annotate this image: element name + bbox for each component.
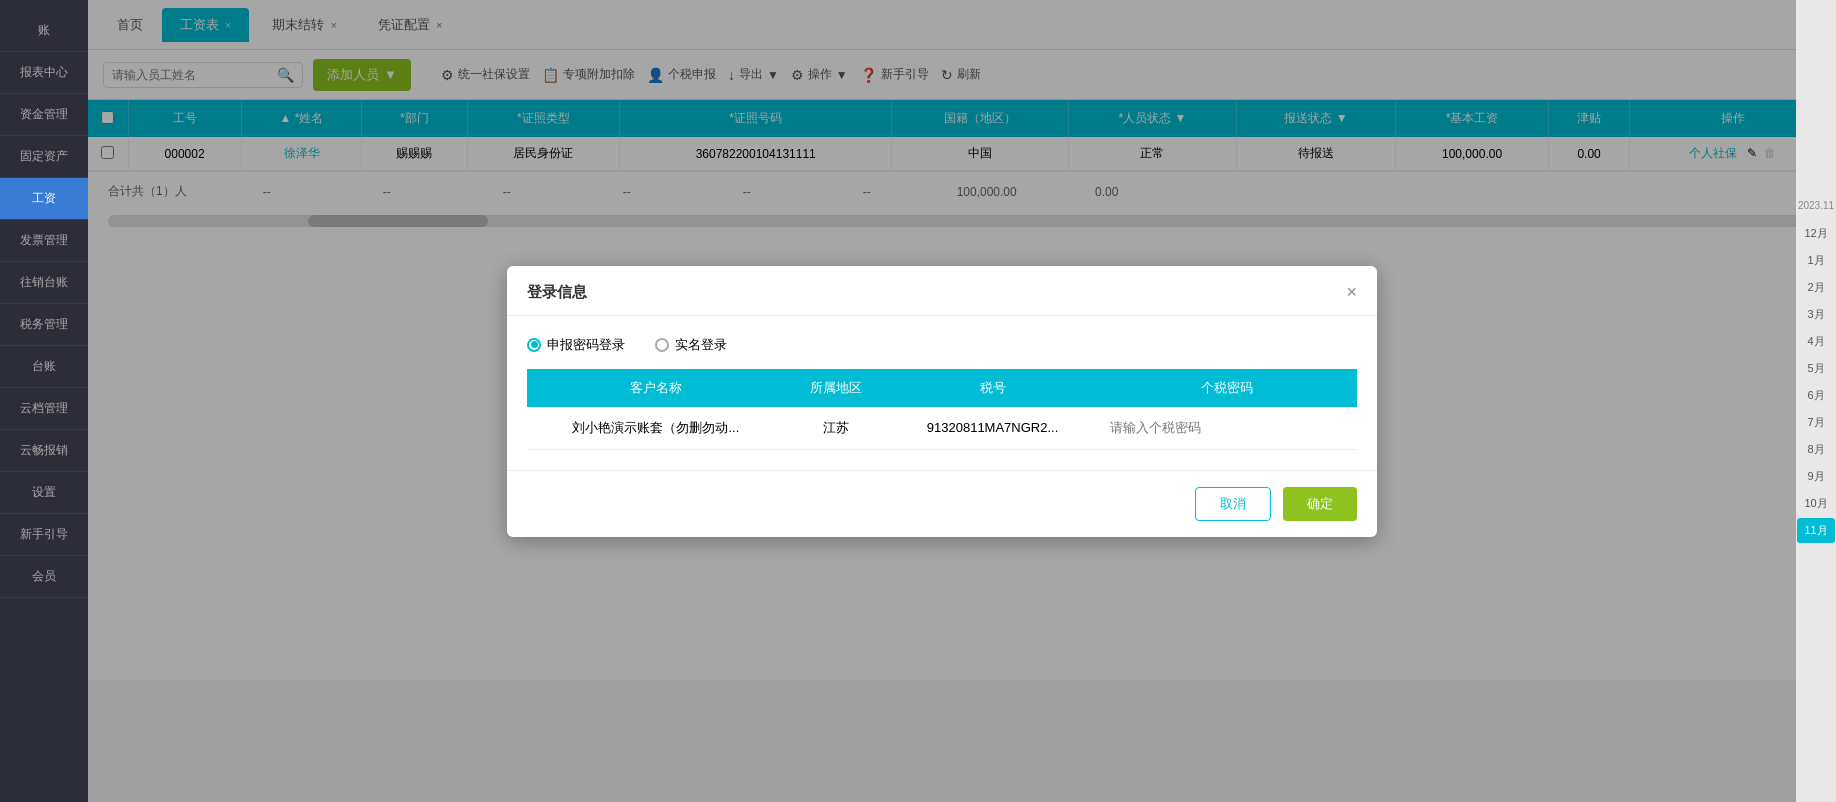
calendar-month-6[interactable]: 6月	[1797, 383, 1835, 408]
calendar-month-12[interactable]: 12月	[1797, 221, 1835, 246]
dialog-cell-tax-password[interactable]	[1098, 407, 1357, 450]
confirm-button[interactable]: 确定	[1283, 487, 1357, 521]
sidebar: 账 报表中心 资金管理 固定资产 工资 发票管理 往销台账 税务管理 台账 云档…	[0, 0, 88, 802]
radio-password-icon	[527, 338, 541, 352]
dialog-table-row: 刘小艳演示账套（勿删勿动... 江苏 91320811MA7NGR2...	[527, 407, 1357, 450]
radio-option-password[interactable]: 申报密码登录	[527, 336, 625, 354]
radio-option-realname[interactable]: 实名登录	[655, 336, 727, 354]
calendar-month-2[interactable]: 2月	[1797, 275, 1835, 300]
sidebar-item-huiyuan[interactable]: 会员	[0, 556, 88, 598]
calendar-month-4[interactable]: 4月	[1797, 329, 1835, 354]
radio-group: 申报密码登录 实名登录	[527, 336, 1357, 354]
sidebar-item-taizhang[interactable]: 台账	[0, 346, 88, 388]
dialog-col-client-name: 客户名称	[527, 369, 785, 407]
dialog-cell-region: 江苏	[785, 407, 888, 450]
dialog-client-table: 客户名称 所属地区 税号 个税密码 刘小艳演示账套（勿删勿动... 江苏 913…	[527, 369, 1357, 450]
cancel-button[interactable]: 取消	[1195, 487, 1271, 521]
dialog-title: 登录信息	[527, 283, 587, 302]
sidebar-item-yunbao[interactable]: 云畅报销	[0, 430, 88, 472]
sidebar-item-fapiao[interactable]: 发票管理	[0, 220, 88, 262]
calendar-month-8[interactable]: 8月	[1797, 437, 1835, 462]
sidebar-item-baobiao[interactable]: 报表中心	[0, 52, 88, 94]
dialog-col-tax-id: 税号	[887, 369, 1097, 407]
dialog-body: 申报密码登录 实名登录 客户名称 所属地区 税号 个税密码	[507, 316, 1377, 470]
dialog-col-region: 所属地区	[785, 369, 888, 407]
right-calendar-panel: 2023.11 12月 1月 2月 3月 4月 5月 6月 7月 8月 9月 1…	[1796, 0, 1836, 802]
calendar-month-1[interactable]: 1月	[1797, 248, 1835, 273]
sidebar-item-shezhi[interactable]: 设置	[0, 472, 88, 514]
calendar-month-3[interactable]: 3月	[1797, 302, 1835, 327]
sidebar-item-zijin[interactable]: 资金管理	[0, 94, 88, 136]
radio-realname-icon	[655, 338, 669, 352]
dialog-overlay: 登录信息 × 申报密码登录 实名登录 客户名称 所属	[88, 0, 1796, 802]
calendar-month-5[interactable]: 5月	[1797, 356, 1835, 381]
calendar-year: 2023.11	[1798, 200, 1834, 211]
sidebar-item-wangxiao[interactable]: 往销台账	[0, 262, 88, 304]
sidebar-item-yundang[interactable]: 云档管理	[0, 388, 88, 430]
calendar-month-10[interactable]: 10月	[1797, 491, 1835, 516]
dialog-close-icon[interactable]: ×	[1346, 282, 1357, 303]
tax-password-input[interactable]	[1110, 420, 1345, 435]
sidebar-item-zhanghu[interactable]: 账	[0, 10, 88, 52]
dialog-col-tax-password: 个税密码	[1098, 369, 1357, 407]
dialog-cell-client-name: 刘小艳演示账套（勿删勿动...	[527, 407, 785, 450]
sidebar-item-guding[interactable]: 固定资产	[0, 136, 88, 178]
login-dialog: 登录信息 × 申报密码登录 实名登录 客户名称 所属	[507, 266, 1377, 537]
sidebar-item-xinshou[interactable]: 新手引导	[0, 514, 88, 556]
calendar-month-9[interactable]: 9月	[1797, 464, 1835, 489]
sidebar-item-gongzi[interactable]: 工资	[0, 178, 88, 220]
calendar-month-7[interactable]: 7月	[1797, 410, 1835, 435]
dialog-footer: 取消 确定	[507, 470, 1377, 537]
dialog-cell-tax-id: 91320811MA7NGR2...	[887, 407, 1097, 450]
dialog-header: 登录信息 ×	[507, 266, 1377, 316]
sidebar-item-shuiwu[interactable]: 税务管理	[0, 304, 88, 346]
calendar-month-11-current[interactable]: 11月	[1797, 518, 1835, 543]
